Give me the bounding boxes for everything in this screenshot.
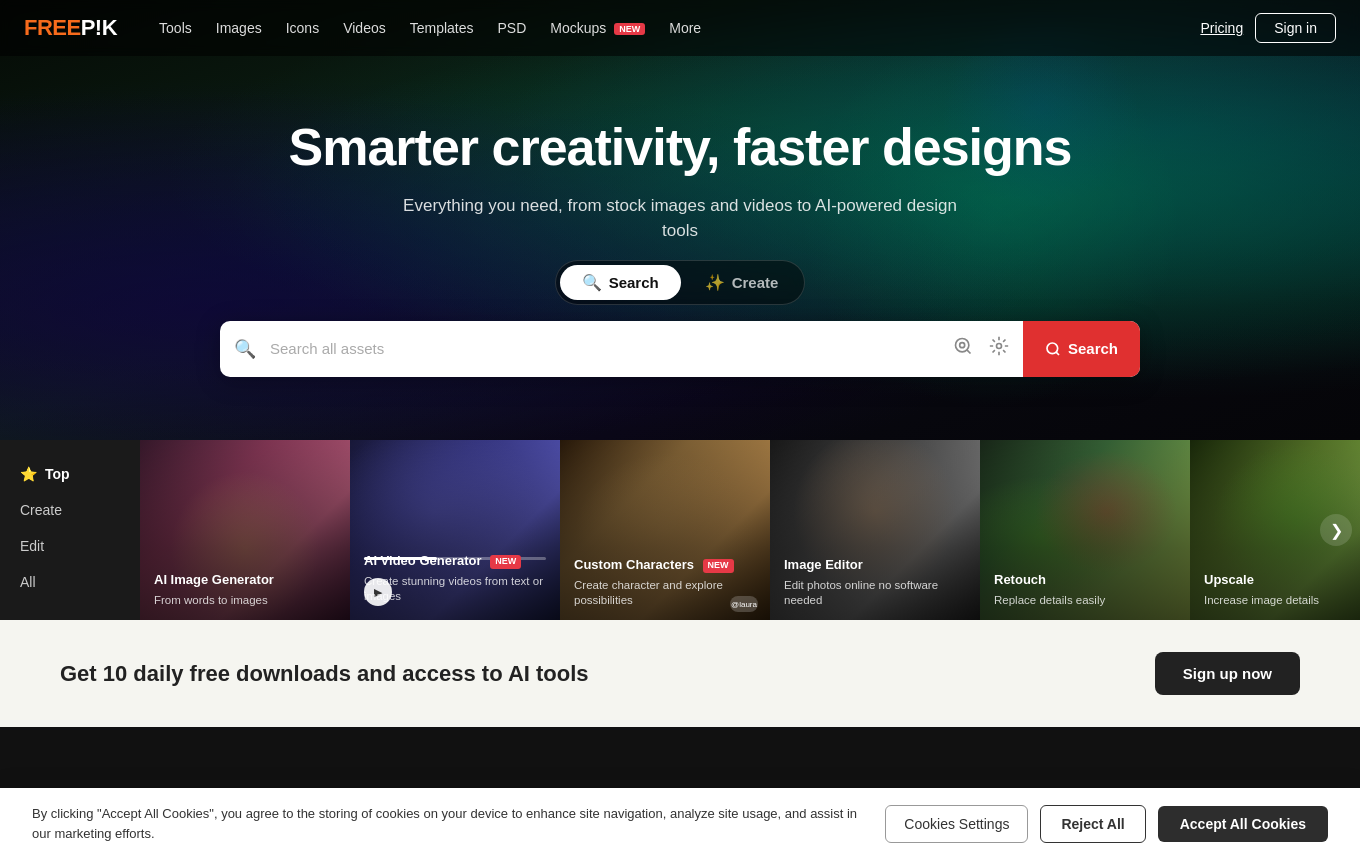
tool-card-image-generator[interactable]: AI Image Generator From words to images xyxy=(140,440,350,620)
search-tab-icon: 🔍 xyxy=(582,273,602,292)
filter-button[interactable] xyxy=(985,332,1013,365)
star-icon: ⭐ xyxy=(20,466,37,482)
tool-card-desc-2: Create stunning videos from text or imag… xyxy=(364,574,546,604)
nav-videos[interactable]: Videos xyxy=(333,14,396,42)
hero-tabs: 🔍 Search ✨ Create xyxy=(555,260,806,305)
search-action-buttons xyxy=(939,332,1023,365)
signup-cta-text: Get 10 daily free downloads and access t… xyxy=(60,661,589,687)
tool-card-desc-6: Increase image details xyxy=(1204,593,1360,608)
nav-images[interactable]: Images xyxy=(206,14,272,42)
sidebar-all-label: All xyxy=(20,574,36,590)
tools-cards: AI Image Generator From words to images … xyxy=(140,440,1360,620)
nav-links: Tools Images Icons Videos Templates PSD … xyxy=(149,14,1200,42)
search-icon: 🔍 xyxy=(220,338,270,360)
signin-button[interactable]: Sign in xyxy=(1255,13,1336,43)
tool-card-custom-characters[interactable]: @laura Custom Characters NEW Create char… xyxy=(560,440,770,620)
signup-button[interactable]: Sign up now xyxy=(1155,652,1300,695)
tool-card-desc-5: Replace details easily xyxy=(994,593,1176,608)
tool-card-title-1: AI Image Generator xyxy=(154,572,336,589)
tool-card-title-6: Upscale xyxy=(1204,572,1360,589)
svg-point-0 xyxy=(955,339,968,352)
create-tab-label: Create xyxy=(732,274,779,291)
sidebar-item-all[interactable]: All xyxy=(0,564,140,600)
tool-card-content-5: Retouch Replace details easily xyxy=(980,560,1190,620)
tool-card-desc-3: Create character and explore possibiliti… xyxy=(574,578,756,608)
tool-card-content-1: AI Image Generator From words to images xyxy=(140,560,350,620)
nav-templates[interactable]: Templates xyxy=(400,14,484,42)
tools-strip: ⭐ Top Create Edit All AI Image Generator… xyxy=(0,440,1360,620)
visual-search-button[interactable] xyxy=(949,332,977,365)
search-input[interactable] xyxy=(270,340,939,357)
search-submit-button[interactable]: Search xyxy=(1023,321,1140,377)
pricing-link[interactable]: Pricing xyxy=(1200,20,1243,36)
sidebar-create-label: Create xyxy=(20,502,62,518)
hero-subtitle: Everything you need, from stock images a… xyxy=(400,193,960,244)
nav-tools[interactable]: Tools xyxy=(149,14,202,42)
tool-card-image-editor[interactable]: Image Editor Edit photos online no softw… xyxy=(770,440,980,620)
search-bar: 🔍 xyxy=(220,321,1140,377)
create-tab-icon: ✨ xyxy=(705,273,725,292)
custom-char-badge: NEW xyxy=(703,559,734,573)
tool-card-video-generator[interactable]: ▶ AI Video Generator NEW Create stunning… xyxy=(350,440,560,620)
tool-card-retouch[interactable]: Retouch Replace details easily xyxy=(980,440,1190,620)
hero-section: Smarter creativity, faster designs Every… xyxy=(0,0,1360,440)
search-tab-label: Search xyxy=(609,274,659,291)
tool-card-title-5: Retouch xyxy=(994,572,1176,589)
tool-card-title-2: AI Video Generator NEW xyxy=(364,553,546,570)
tool-card-title-4: Image Editor xyxy=(784,557,966,574)
sidebar-top-label: Top xyxy=(45,466,70,482)
tab-create[interactable]: ✨ Create xyxy=(683,265,801,300)
signup-cta-section: Get 10 daily free downloads and access t… xyxy=(0,620,1360,727)
tool-card-content-2: AI Video Generator NEW Create stunning v… xyxy=(350,541,560,620)
sidebar-edit-label: Edit xyxy=(20,538,44,554)
svg-point-1 xyxy=(960,343,965,348)
search-submit-icon xyxy=(1045,341,1061,357)
nav-more[interactable]: More xyxy=(659,14,711,42)
nav-icons[interactable]: Icons xyxy=(276,14,329,42)
hero-content: Smarter creativity, faster designs Every… xyxy=(200,119,1160,376)
tool-card-title-3: Custom Characters NEW xyxy=(574,557,756,574)
sidebar-item-top[interactable]: ⭐ Top xyxy=(0,456,140,492)
hero-title: Smarter creativity, faster designs xyxy=(289,119,1072,176)
nav-mockups[interactable]: Mockups NEW xyxy=(540,14,655,42)
tool-card-desc-4: Edit photos online no software needed xyxy=(784,578,966,608)
sidebar-item-edit[interactable]: Edit xyxy=(0,528,140,564)
mockups-new-badge: NEW xyxy=(614,23,645,35)
svg-line-5 xyxy=(1056,352,1059,355)
tool-card-desc-1: From words to images xyxy=(154,593,336,608)
tools-sidebar: ⭐ Top Create Edit All xyxy=(0,440,140,620)
tab-search[interactable]: 🔍 Search xyxy=(560,265,681,300)
tool-card-content-3: Custom Characters NEW Create character a… xyxy=(560,545,770,620)
sidebar-item-create[interactable]: Create xyxy=(0,492,140,528)
tool-card-content-6: Upscale Increase image details xyxy=(1190,560,1360,620)
svg-point-4 xyxy=(1047,343,1058,354)
site-logo[interactable]: FREEP!K xyxy=(24,15,117,41)
svg-point-3 xyxy=(996,344,1001,349)
tool-card-content-4: Image Editor Edit photos online no softw… xyxy=(770,545,980,620)
search-submit-label: Search xyxy=(1068,340,1118,357)
video-gen-badge: NEW xyxy=(490,555,521,569)
navbar: FREEP!K Tools Images Icons Videos Templa… xyxy=(0,0,1360,56)
tools-next-button[interactable]: ❯ xyxy=(1320,514,1352,546)
svg-line-2 xyxy=(967,350,971,354)
nav-right: Pricing Sign in xyxy=(1200,13,1336,43)
nav-psd[interactable]: PSD xyxy=(488,14,537,42)
